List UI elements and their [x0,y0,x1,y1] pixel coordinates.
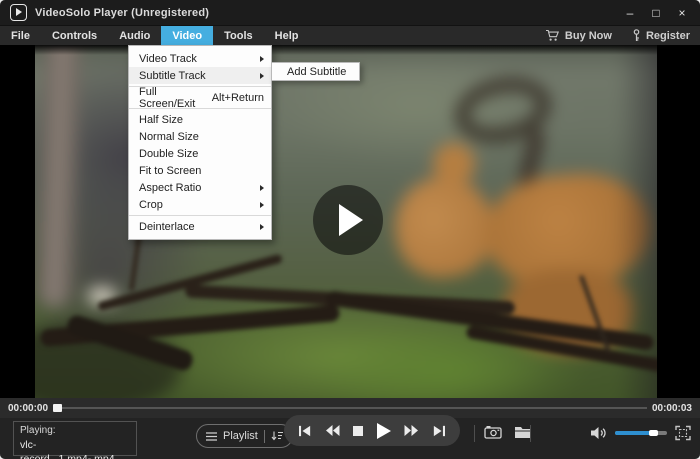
menu-help[interactable]: Help [264,26,310,45]
menu-controls[interactable]: Controls [41,26,108,45]
video-dropdown-menu: Video Track Subtitle Track Full Screen/E… [128,45,272,240]
register-label: Register [645,29,690,42]
play-overlay-button[interactable] [313,185,383,255]
file-tools [484,425,532,439]
volume-fill [615,431,653,435]
submenu-arrow-icon [260,184,264,191]
next-button[interactable] [433,425,445,437]
menu-item-aspect-ratio[interactable]: Aspect Ratio [129,179,271,196]
menubar-right: Buy Now Register [545,26,700,45]
maximize-button[interactable]: □ [648,5,664,21]
menu-item-video-track[interactable]: Video Track [129,50,271,67]
snapshot-button[interactable] [484,425,502,439]
seek-slider[interactable] [53,404,647,412]
playlist-label: Playlist [223,430,258,442]
shortcut-label: Alt+Return [211,91,264,104]
sort-order-icon[interactable] [271,431,283,441]
menubar: File Controls Audio Video Tools Help Buy… [0,26,700,45]
transport-controls [284,415,460,446]
menu-item-crop[interactable]: Crop [129,196,271,213]
play-button[interactable] [376,422,391,439]
menu-video[interactable]: Video [161,26,214,45]
seek-handle[interactable] [53,404,63,412]
elapsed-time: 00:00:00 [8,402,49,414]
now-playing-label: Playing: [20,425,56,436]
menu-item-deinterlace[interactable]: Deinterlace [129,218,271,235]
app-window: VideoSolo Player (Unregistered) – □ × Fi… [0,0,700,459]
register-button[interactable]: Register [632,29,690,42]
now-playing-filename: vlc-record...1.mp4-.mp4 [20,438,115,459]
fast-forward-button[interactable] [404,425,419,436]
menu-item-fit-to-screen[interactable]: Fit to Screen [129,162,271,179]
minimize-button[interactable]: – [622,5,638,21]
buy-now-label: Buy Now [564,29,612,42]
total-time: 00:00:03 [651,402,692,414]
menu-item-double-size[interactable]: Double Size [129,145,271,162]
window-controls: – □ × [622,5,690,21]
menu-item-full-screen[interactable]: Full Screen/Exit Alt+Return [129,86,271,110]
cart-icon [545,29,559,41]
playlist-button[interactable]: Playlist [196,424,293,448]
submenu-arrow-icon [260,72,264,79]
menu-item-half-size[interactable]: Half Size [129,111,271,128]
menu-item-add-subtitle[interactable]: Add Subtitle [271,62,360,81]
playlist-icon [206,431,217,441]
submenu-arrow-icon [260,55,264,62]
video-area[interactable] [0,45,700,398]
now-playing-box: Playing: vlc-record...1.mp4-.mp4 [13,421,137,459]
titlebar: VideoSolo Player (Unregistered) – □ × [0,0,700,26]
app-logo-icon [10,4,27,21]
menu-tools[interactable]: Tools [213,26,264,45]
menu-item-normal-size[interactable]: Normal Size [129,128,271,145]
buy-now-button[interactable]: Buy Now [545,29,612,42]
window-title: VideoSolo Player (Unregistered) [35,6,210,19]
menu-separator [129,215,271,216]
previous-button[interactable] [299,425,311,437]
close-button[interactable]: × [674,5,690,21]
menu-item-subtitle-track[interactable]: Subtitle Track [129,67,271,84]
fullscreen-button[interactable] [675,425,691,441]
volume-controls [590,425,691,441]
rewind-button[interactable] [325,425,340,436]
menu-audio[interactable]: Audio [108,26,161,45]
menu-file[interactable]: File [0,26,41,45]
control-bar: Playing: vlc-record...1.mp4-.mp4 Playlis… [0,415,700,459]
volume-icon[interactable] [590,426,607,440]
volume-handle[interactable] [649,430,659,436]
submenu-arrow-icon [260,201,264,208]
volume-slider[interactable] [615,430,667,436]
submenu-arrow-icon [260,223,264,230]
stop-button[interactable] [353,425,364,436]
key-icon [633,29,640,41]
